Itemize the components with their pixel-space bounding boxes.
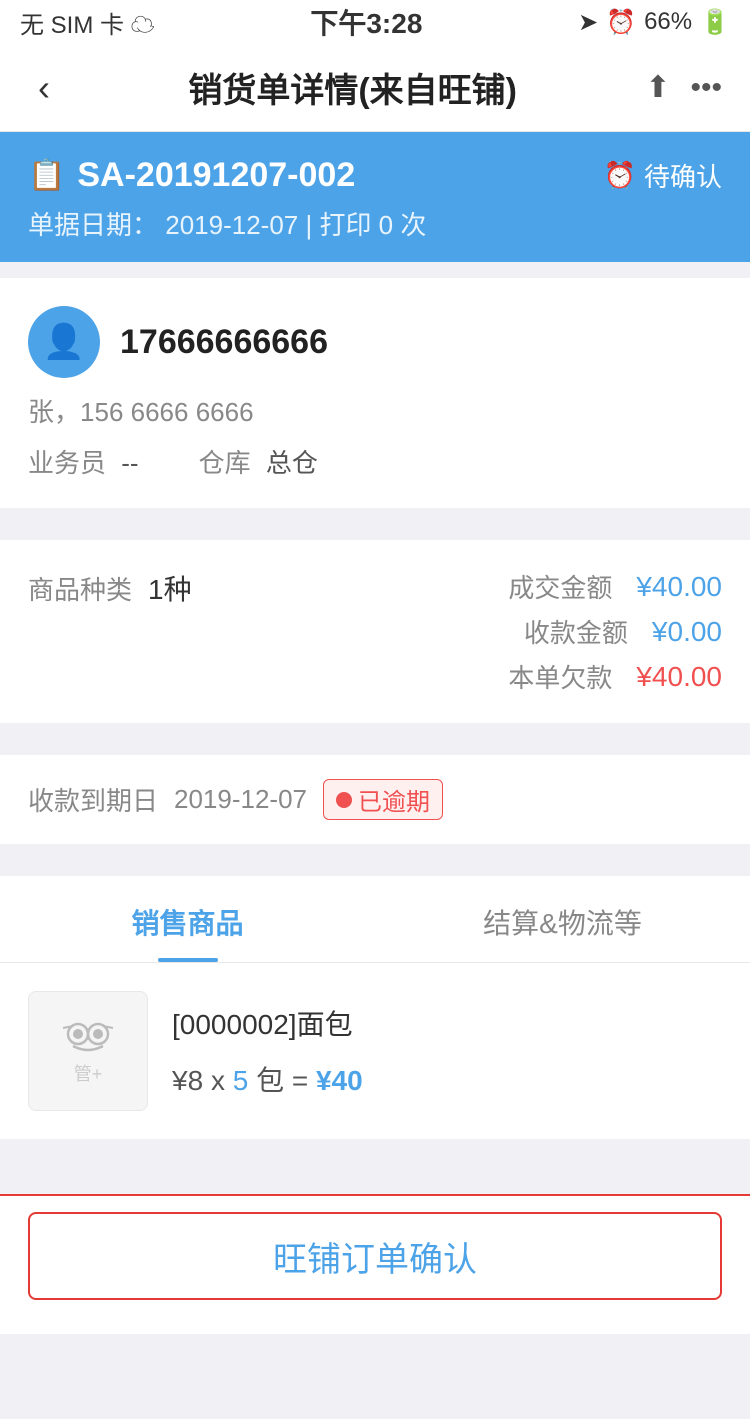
order-banner: 📋 SA-20191207-002 ⏰ 待确认 单据日期： 2019-12-07… — [0, 132, 750, 262]
receipt-amount-row: 收款金额 ¥0.00 — [524, 613, 722, 650]
quantity: 5 — [233, 1065, 249, 1096]
order-icon: 📋 — [28, 158, 65, 193]
due-date: 2019-12-07 — [174, 784, 307, 815]
back-button[interactable]: ‹ — [28, 57, 60, 119]
sim-signal: 无 SIM 卡 ☁ — [20, 5, 155, 40]
total-price: ¥40 — [316, 1065, 363, 1096]
warehouse-label: 仓库 — [199, 448, 251, 478]
divider-3 — [0, 739, 750, 755]
status-left: 无 SIM 卡 ☁ — [20, 5, 155, 40]
balance-label: 本单欠款 — [508, 658, 612, 695]
due-label: 收款到期日 — [28, 781, 158, 818]
category-stats: 商品种类 1种 — [28, 568, 192, 608]
customer-info: 张，156 6666 6666 — [28, 392, 722, 429]
product-thumbnail: 管+ — [28, 991, 148, 1111]
status-text: 待确认 — [644, 157, 722, 194]
tab-settlement[interactable]: 结算&物流等 — [375, 876, 750, 962]
equals-sign: = — [292, 1065, 316, 1096]
brand-logo-svg — [58, 1016, 118, 1056]
product-logo: 管+ — [58, 1016, 118, 1086]
bottom-bar: 旺铺订单确认 — [0, 1194, 750, 1334]
order-id: 📋 SA-20191207-002 — [28, 156, 355, 195]
divider-1 — [0, 262, 750, 278]
status-bar: 无 SIM 卡 ☁ 下午3:28 ➤ ⏰ 66% 🔋 — [0, 0, 750, 44]
multiply-sign: x — [211, 1065, 233, 1096]
divider-2 — [0, 524, 750, 540]
product-price: ¥8 x 5 包 = ¥40 — [172, 1059, 722, 1099]
page-title: 销货单详情(来自旺铺) — [188, 63, 517, 112]
battery-text: 66% — [644, 8, 692, 36]
warehouse-field: 仓库 总仓 — [199, 443, 318, 480]
sales-field: 业务员 -- — [28, 443, 139, 480]
location-icon: ➤ — [578, 8, 598, 37]
category-value: 1种 — [148, 568, 192, 608]
status-time: 下午3:28 — [310, 2, 422, 42]
avatar: 👤 — [28, 306, 100, 378]
nav-right-actions: ⬆ ••• — [645, 70, 722, 105]
customer-section: 👤 17666666666 张，156 6666 6666 业务员 -- 仓库 … — [0, 278, 750, 508]
customer-meta: 业务员 -- 仓库 总仓 — [28, 443, 722, 480]
warehouse-value: 总仓 — [266, 448, 318, 478]
deal-amount-row: 成交金额 ¥40.00 — [508, 568, 722, 605]
overdue-text: 已逾期 — [358, 782, 430, 817]
deal-label: 成交金额 — [508, 568, 612, 605]
order-date: 单据日期： 2019-12-07 | 打印 0 次 — [28, 205, 722, 242]
order-id-row: 📋 SA-20191207-002 ⏰ 待确认 — [28, 156, 722, 195]
due-date-section: 收款到期日 2019-12-07 已逾期 — [0, 755, 750, 844]
overdue-dot-icon — [336, 792, 352, 808]
tabs-row: 销售商品 结算&物流等 — [0, 876, 750, 963]
tabs-section: 销售商品 结算&物流等 管+ [0000 — [0, 876, 750, 1139]
tab-products[interactable]: 销售商品 — [0, 876, 375, 962]
order-status: ⏰ 待确认 — [604, 157, 722, 194]
sales-label: 业务员 — [28, 448, 106, 478]
status-right: ➤ ⏰ 66% 🔋 — [578, 8, 730, 37]
clock-icon: ⏰ — [604, 160, 636, 191]
price-per-unit: ¥8 — [172, 1065, 203, 1096]
alarm-icon: ⏰ — [606, 8, 636, 37]
unit: 包 — [256, 1065, 284, 1096]
more-icon[interactable]: ••• — [690, 71, 722, 105]
share-icon[interactable]: ⬆ — [645, 70, 670, 105]
nav-bar: ‹ 销货单详情(来自旺铺) ⬆ ••• — [0, 44, 750, 132]
customer-phone: 17666666666 — [120, 323, 328, 362]
category-label: 商品种类 — [28, 570, 132, 607]
receipt-value: ¥0.00 — [652, 616, 722, 648]
divider-4 — [0, 860, 750, 876]
customer-header-row: 👤 17666666666 — [28, 306, 722, 378]
order-number: SA-20191207-002 — [77, 156, 355, 195]
deal-value: ¥40.00 — [636, 571, 722, 603]
receipt-label: 收款金额 — [524, 613, 628, 650]
sales-value: -- — [121, 448, 138, 478]
product-name: [0000002]面包 — [172, 1003, 722, 1043]
product-item: 管+ [0000002]面包 ¥8 x 5 包 = ¥40 — [0, 963, 750, 1139]
product-info: [0000002]面包 ¥8 x 5 包 = ¥40 — [172, 1003, 722, 1099]
confirm-order-button[interactable]: 旺铺订单确认 — [28, 1212, 722, 1300]
balance-value: ¥40.00 — [636, 661, 722, 693]
stats-section: 商品种类 1种 成交金额 ¥40.00 收款金额 ¥0.00 本单欠款 ¥40.… — [0, 540, 750, 723]
amount-stats: 成交金额 ¥40.00 收款金额 ¥0.00 本单欠款 ¥40.00 — [508, 568, 722, 695]
overdue-badge: 已逾期 — [323, 779, 443, 820]
balance-amount-row: 本单欠款 ¥40.00 — [508, 658, 722, 695]
battery-icon: 🔋 — [700, 8, 730, 37]
